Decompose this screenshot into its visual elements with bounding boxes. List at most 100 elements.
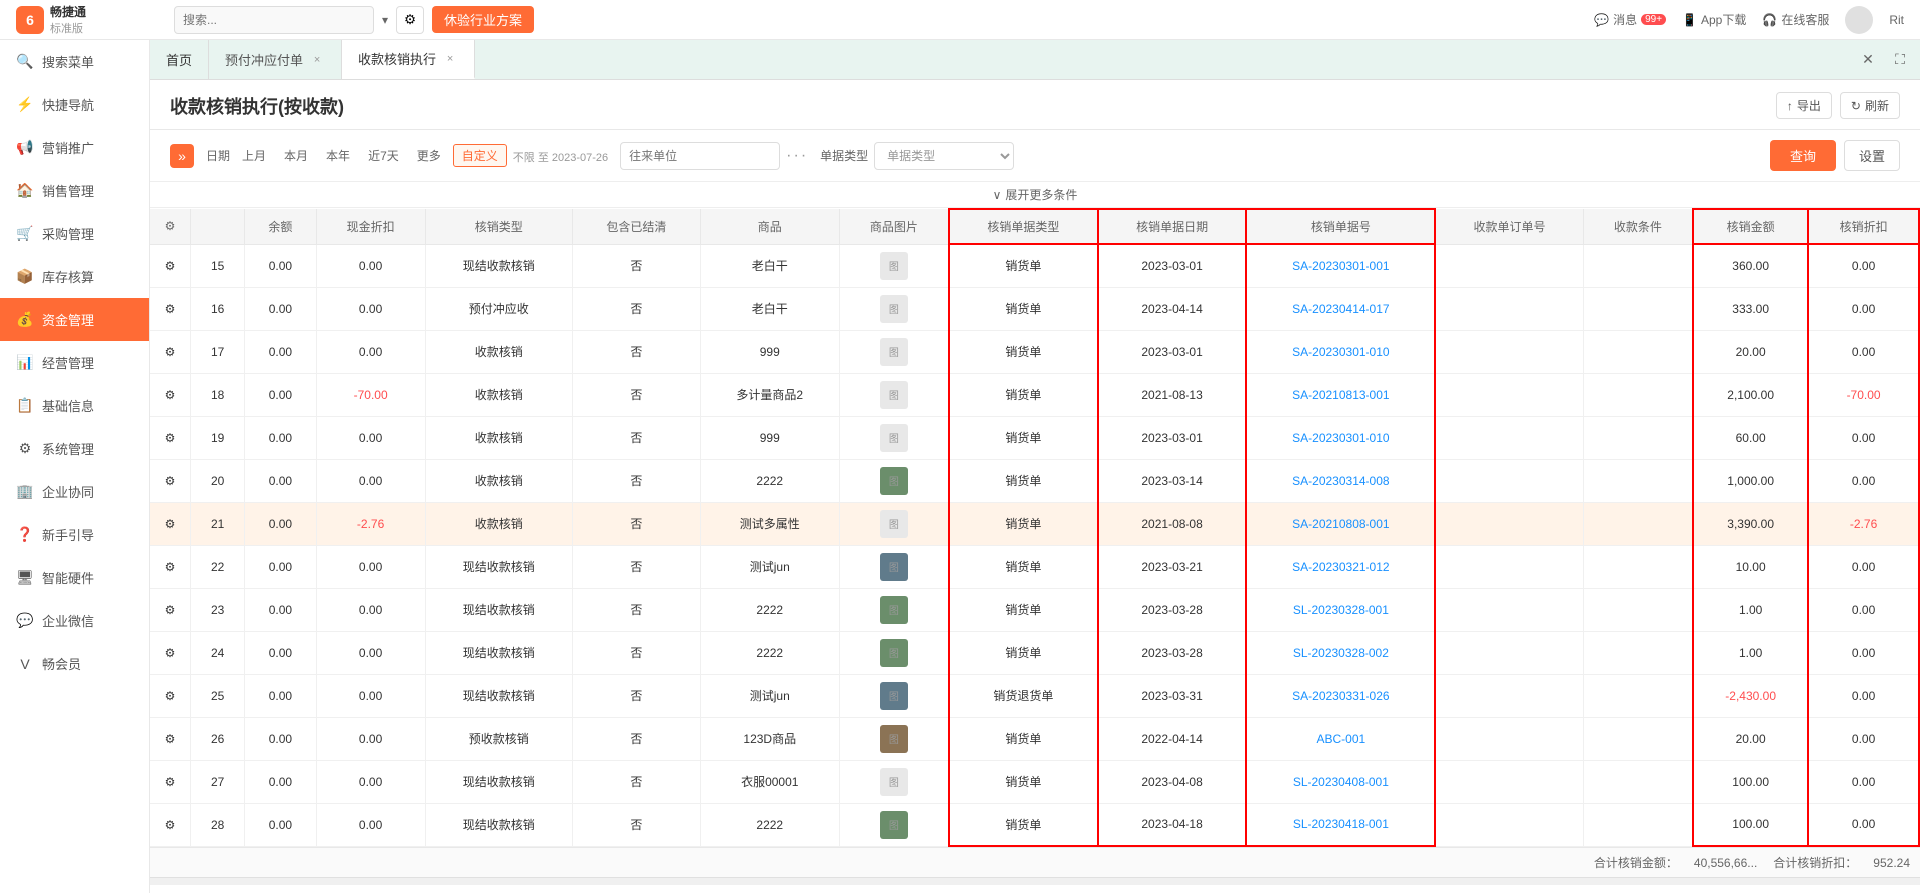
sidebar-item-wechat[interactable]: 💬 企业微信 <box>0 599 149 642</box>
col-included-settled-cell: 否 <box>572 803 700 846</box>
horizontal-scrollbar[interactable] <box>150 877 1920 885</box>
tab-home[interactable]: 首页 <box>150 40 209 79</box>
bill-type-select[interactable]: 单据类型 <box>874 142 1014 170</box>
table-row: ⚙ 15 0.00 0.00 现结收款核销 否 老白干 图 销货单 2023-0… <box>150 244 1919 287</box>
header-gear-button[interactable]: ⚙ <box>396 6 424 34</box>
sidebar-item-operations[interactable]: 📊 经营管理 <box>0 341 149 384</box>
col-goods-cell: 测试jun <box>700 674 839 717</box>
last7-button[interactable]: 近7天 <box>362 145 405 166</box>
sidebar-item-sales[interactable]: 🏠 销售管理 <box>0 169 149 212</box>
username-text: Rit <box>1889 13 1904 27</box>
sidebar-label-hardware: 智能硬件 <box>42 568 94 587</box>
data-table: ⚙ 余额 现金折扣 核销类型 包含已结清 商品 商品图片 核销单据类型 核销单据… <box>150 208 1920 847</box>
message-badge: 99+ <box>1641 14 1666 25</box>
col-verify-amount-cell: -2,430.00 <box>1693 674 1808 717</box>
filter-expand-button[interactable]: » <box>170 144 194 168</box>
col-bill-no-cell[interactable]: SA-20230314-008 <box>1246 459 1435 502</box>
sidebar-item-member[interactable]: V 畅会员 <box>0 642 149 685</box>
sidebar-item-basic[interactable]: 📋 基础信息 <box>0 384 149 427</box>
tab-receipt[interactable]: 收款核销执行 × <box>342 40 475 79</box>
col-bill-no-cell[interactable]: SA-20210808-001 <box>1246 502 1435 545</box>
tab-close-all-button[interactable]: ✕ <box>1856 48 1880 72</box>
col-bill-no-cell[interactable]: SA-20230414-017 <box>1246 287 1435 330</box>
col-receipt-order-cell <box>1435 588 1583 631</box>
tab-prepay[interactable]: 预付冲应付单 × <box>209 40 342 79</box>
tab-receipt-close[interactable]: × <box>442 51 458 67</box>
col-bill-no-cell[interactable]: SA-20230301-001 <box>1246 244 1435 287</box>
col-bill-no-cell[interactable]: SA-20210813-001 <box>1246 373 1435 416</box>
settings-button[interactable]: 设置 <box>1844 140 1900 171</box>
col-receipt-condition-cell <box>1583 674 1693 717</box>
col-bill-type-cell: 销货单 <box>949 631 1098 674</box>
header-dropdown-btn[interactable]: ▾ <box>382 13 388 27</box>
tab-prepay-close[interactable]: × <box>309 52 325 68</box>
table-header-row: ⚙ 余额 现金折扣 核销类型 包含已结清 商品 商品图片 核销单据类型 核销单据… <box>150 209 1919 244</box>
page-title-row: 收款核销执行(按收款) ↑ 导出 ↻ 刷新 <box>170 92 1900 129</box>
export-button[interactable]: ↑ 导出 <box>1776 92 1832 119</box>
col-bill-type-cell: 销货单 <box>949 545 1098 588</box>
refresh-button[interactable]: ↻ 刷新 <box>1840 92 1900 119</box>
sidebar-item-finance[interactable]: 💰 资金管理 <box>0 298 149 341</box>
more-date-button[interactable]: 更多 <box>411 145 447 166</box>
col-bill-no-cell[interactable]: SA-20230321-012 <box>1246 545 1435 588</box>
sidebar-item-marketing[interactable]: 📢 营销推广 <box>0 126 149 169</box>
app-download-link[interactable]: 📱 App下载 <box>1682 11 1746 28</box>
col-settings-cell: ⚙ <box>150 244 191 287</box>
user-avatar[interactable] <box>1845 6 1873 34</box>
sidebar-item-system[interactable]: ⚙ 系统管理 <box>0 427 149 470</box>
bill-no-link: ABC-001 <box>1317 732 1366 746</box>
col-verify-amount-cell: 2,100.00 <box>1693 373 1808 416</box>
online-service-link[interactable]: 🎧 在线客服 <box>1762 11 1829 28</box>
table-body: ⚙ 15 0.00 0.00 现结收款核销 否 老白干 图 销货单 2023-0… <box>150 244 1919 846</box>
sidebar-item-enterprise[interactable]: 🏢 企业协同 <box>0 470 149 513</box>
sidebar-item-hardware[interactable]: 🖥 智能硬件 <box>0 556 149 599</box>
table-container: ⚙ 余额 现金折扣 核销类型 包含已结清 商品 商品图片 核销单据类型 核销单据… <box>150 208 1920 893</box>
tab-maximize-button[interactable]: ⛶ <box>1888 48 1912 72</box>
col-receipt-condition-cell <box>1583 545 1693 588</box>
col-cash-discount-cell: 0.00 <box>316 760 425 803</box>
this-year-button[interactable]: 本年 <box>320 145 356 166</box>
industry-solution-button[interactable]: 休验行业方案 <box>432 6 534 33</box>
expand-more-button[interactable]: ∨ 展开更多条件 <box>993 186 1078 203</box>
col-bill-type-cell: 销货单 <box>949 717 1098 760</box>
col-verify-amount-cell: 10.00 <box>1693 545 1808 588</box>
col-bill-no-cell[interactable]: SL-20230328-001 <box>1246 588 1435 631</box>
sidebar-item-inventory[interactable]: 📦 库存核算 <box>0 255 149 298</box>
col-goods-cell: 2222 <box>700 631 839 674</box>
col-verify-type-cell: 预收款核销 <box>425 717 572 760</box>
col-bill-no-cell[interactable]: SA-20230331-026 <box>1246 674 1435 717</box>
custom-date-button[interactable]: 自定义 <box>453 144 507 167</box>
expand-more-bar: ∨ 展开更多条件 <box>150 182 1920 208</box>
counterparty-filter-group: ··· <box>620 142 808 170</box>
col-goods-img-cell: 图 <box>839 631 949 674</box>
search-icon: 🔍 <box>16 53 34 71</box>
app-title: 畅捷通 <box>50 3 86 20</box>
col-bill-date-cell: 2023-03-01 <box>1098 416 1247 459</box>
col-bill-type-header: 核销单据类型 <box>949 209 1098 244</box>
sidebar-item-newbie[interactable]: ❓ 新手引导 <box>0 513 149 556</box>
sidebar-item-purchase[interactable]: 🛒 采购管理 <box>0 212 149 255</box>
col-bill-no-cell[interactable]: ABC-001 <box>1246 717 1435 760</box>
col-receipt-condition-cell <box>1583 373 1693 416</box>
header-search-input[interactable] <box>174 6 374 34</box>
bill-no-link: SL-20230328-002 <box>1293 646 1389 660</box>
col-bill-no-cell[interactable]: SL-20230418-001 <box>1246 803 1435 846</box>
message-notification[interactable]: 💬 消息 99+ <box>1594 11 1666 28</box>
col-bill-no-cell[interactable]: SL-20230328-002 <box>1246 631 1435 674</box>
col-bill-no-cell[interactable]: SA-20230301-010 <box>1246 330 1435 373</box>
col-balance-cell: 0.00 <box>245 287 316 330</box>
query-button[interactable]: 查询 <box>1770 140 1836 171</box>
col-bill-no-cell[interactable]: SL-20230408-001 <box>1246 760 1435 803</box>
col-bill-no-cell[interactable]: SA-20230301-010 <box>1246 416 1435 459</box>
app-download-icon: 📱 <box>1682 13 1697 27</box>
col-cash-discount-cell: 0.00 <box>316 588 425 631</box>
page-title: 收款核销执行(按收款) <box>170 93 344 119</box>
last-month-button[interactable]: 上月 <box>236 145 272 166</box>
sidebar-item-search[interactable]: 🔍 搜索菜单 <box>0 40 149 83</box>
this-month-button[interactable]: 本月 <box>278 145 314 166</box>
counterparty-input[interactable] <box>620 142 780 170</box>
col-balance-cell: 0.00 <box>245 588 316 631</box>
sidebar-item-quick[interactable]: ⚡ 快捷导航 <box>0 83 149 126</box>
table-row: ⚙ 18 0.00 -70.00 收款核销 否 多计量商品2 图 销货单 202… <box>150 373 1919 416</box>
col-settings-header[interactable]: ⚙ <box>150 209 191 244</box>
